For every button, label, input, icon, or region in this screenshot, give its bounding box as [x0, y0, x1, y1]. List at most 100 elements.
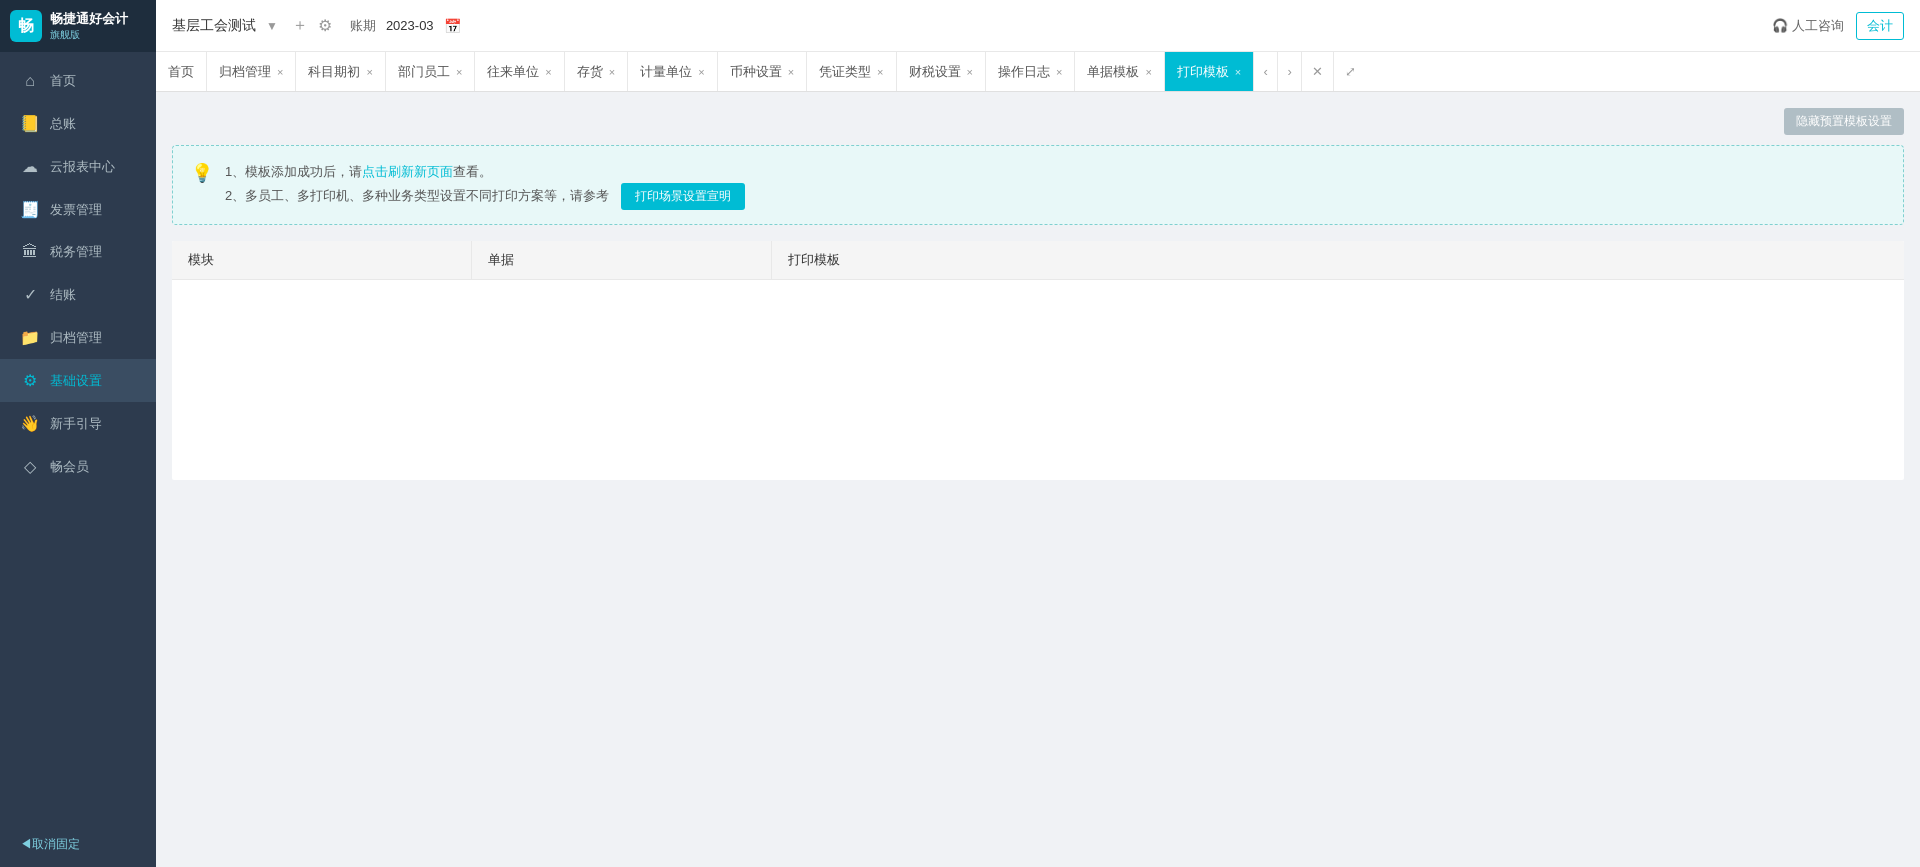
print-scene-explain-button[interactable]: 打印场景设置宣明: [621, 183, 745, 210]
info-line1-suffix: 查看。: [453, 164, 492, 179]
topbar: 基层工会测试 ▼ ＋ ⚙ 账期 2023-03 📅 🎧 人工咨询 会计: [156, 0, 1920, 52]
period-label: 账期: [350, 17, 376, 35]
refresh-link[interactable]: 点击刷新新页面: [362, 164, 453, 179]
tab-close-icon[interactable]: ×: [1235, 66, 1241, 78]
tab-label: 凭证类型: [819, 63, 871, 81]
tab-币种设置[interactable]: 币种设置 ×: [718, 52, 807, 92]
sidebar-item-ledger[interactable]: 📒 总账: [0, 102, 156, 145]
info-line-2: 2、多员工、多打印机、多种业务类型设置不同打印方案等，请参考 打印场景设置宣明: [225, 183, 1885, 210]
sidebar-item-label-guide: 新手引导: [50, 415, 102, 433]
sidebar-item-closing[interactable]: ✓ 结账: [0, 273, 156, 316]
info-line-1: 1、模板添加成功后，请点击刷新新页面查看。: [225, 160, 1885, 183]
tab-计量单位[interactable]: 计量单位 ×: [628, 52, 717, 92]
tab-归档管理[interactable]: 归档管理 ×: [207, 52, 296, 92]
customer-service-button[interactable]: 🎧 人工咨询: [1772, 17, 1844, 35]
info-line2-prefix: 2、多员工、多打印机、多种业务类型设置不同打印方案等，请参考: [225, 188, 609, 203]
tab-close-icon[interactable]: ×: [277, 66, 283, 78]
calendar-icon[interactable]: 📅: [444, 18, 461, 34]
tab-close-all-button[interactable]: ✕: [1302, 52, 1334, 92]
tab-close-icon[interactable]: ×: [456, 66, 462, 78]
tab-单据模板[interactable]: 单据模板 ×: [1075, 52, 1164, 92]
tab-label: 存货: [577, 63, 603, 81]
sidebar-item-label-home: 首页: [50, 72, 76, 90]
sidebar-item-archive[interactable]: 📁归档管理: [0, 316, 156, 359]
tab-部门员工[interactable]: 部门员工 ×: [386, 52, 475, 92]
guide-icon: 👋: [20, 414, 40, 433]
main-content: 基层工会测试 ▼ ＋ ⚙ 账期 2023-03 📅 🎧 人工咨询 会计 首页归档…: [156, 0, 1920, 867]
logo-title: 畅捷通好会计: [50, 10, 128, 28]
sidebar-item-label-ledger: 总账: [50, 115, 76, 133]
logo-text: 畅捷通好会计 旗舰版: [50, 10, 128, 42]
tab-close-icon[interactable]: ×: [545, 66, 551, 78]
sidebar-logo: 畅 畅捷通好会计 旗舰版: [0, 0, 156, 52]
tab-close-icon[interactable]: ×: [1145, 66, 1151, 78]
tab-expand-button[interactable]: ⤢: [1334, 52, 1366, 92]
tab-label: 单据模板: [1087, 63, 1139, 81]
content-area: 隐藏预置模板设置 💡 1、模板添加成功后，请点击刷新新页面查看。 2、多员工、多…: [156, 92, 1920, 867]
unpin-button[interactable]: ◀取消固定: [0, 822, 156, 867]
sidebar-item-label-tax: 税务管理: [50, 243, 102, 261]
add-tab-button[interactable]: ＋: [292, 15, 308, 36]
tab-close-icon[interactable]: ×: [609, 66, 615, 78]
info-line1-prefix: 1、模板添加成功后，请: [225, 164, 362, 179]
table-header: 模块 单据 打印模板: [172, 241, 1904, 280]
tab-科目期初[interactable]: 科目期初 ×: [296, 52, 385, 92]
headset-icon: 🎧: [1772, 18, 1788, 33]
tab-close-icon[interactable]: ×: [366, 66, 372, 78]
tab-label: 币种设置: [730, 63, 782, 81]
sidebar-item-tax[interactable]: 🏛 税务管理: [0, 231, 156, 273]
sidebar: 畅 畅捷通好会计 旗舰版 ⌂首页 📒 总账 ☁ 云报表中心 🧾发票管理 🏛 税务管理 ✓ 结账 📁归…: [0, 0, 156, 867]
tax-icon: 🏛: [20, 243, 40, 261]
sidebar-item-label-closing: 结账: [50, 286, 76, 304]
hide-preset-template-button[interactable]: 隐藏预置模板设置: [1784, 108, 1904, 135]
sidebar-item-home[interactable]: ⌂首页: [0, 60, 156, 102]
tab-close-icon[interactable]: ×: [698, 66, 704, 78]
tab-close-icon[interactable]: ×: [967, 66, 973, 78]
tab-label: 往来单位: [487, 63, 539, 81]
basic-icon: ⚙: [20, 371, 40, 390]
tab-财税设置[interactable]: 财税设置 ×: [897, 52, 986, 92]
ledger-icon: 📒: [20, 114, 40, 133]
tab-label: 首页: [168, 63, 194, 81]
hide-template-toolbar: 隐藏预置模板设置: [172, 108, 1904, 135]
tab-操作日志[interactable]: 操作日志 ×: [986, 52, 1075, 92]
sidebar-item-label-basic: 基础设置: [50, 372, 102, 390]
tab-label: 计量单位: [640, 63, 692, 81]
tab-close-icon[interactable]: ×: [877, 66, 883, 78]
bulb-icon: 💡: [191, 162, 213, 184]
sidebar-item-basic[interactable]: ⚙ 基础设置: [0, 359, 156, 402]
tab-凭证类型[interactable]: 凭证类型 ×: [807, 52, 896, 92]
tab-next-button[interactable]: ›: [1278, 52, 1302, 92]
tabbar: 首页归档管理 ×科目期初 ×部门员工 ×往来单位 ×存货 ×计量单位 ×币种设置…: [156, 52, 1920, 92]
sidebar-item-label-archive: 归档管理: [50, 329, 102, 347]
closing-icon: ✓: [20, 285, 40, 304]
sidebar-item-invoice[interactable]: 🧾发票管理: [0, 188, 156, 231]
kuaiji-button[interactable]: 会计: [1856, 12, 1904, 40]
tab-往来单位[interactable]: 往来单位 ×: [475, 52, 564, 92]
tab-prev-button[interactable]: ‹: [1254, 52, 1278, 92]
tab-label: 归档管理: [219, 63, 271, 81]
tab-close-icon[interactable]: ×: [788, 66, 794, 78]
tab-close-icon[interactable]: ×: [1056, 66, 1062, 78]
tab-存货[interactable]: 存货 ×: [565, 52, 628, 92]
sidebar-item-label-member: 畅会员: [50, 458, 89, 476]
tab-label: 操作日志: [998, 63, 1050, 81]
reports-icon: ☁: [20, 157, 40, 176]
sidebar-item-member[interactable]: ◇畅会员: [0, 445, 156, 488]
settings-icon[interactable]: ⚙: [318, 16, 332, 35]
company-dropdown-icon[interactable]: ▼: [266, 19, 278, 33]
tab-首页[interactable]: 首页: [156, 52, 207, 92]
tab-打印模板[interactable]: 打印模板 ×: [1165, 52, 1254, 92]
sidebar-item-guide[interactable]: 👋 新手引导: [0, 402, 156, 445]
company-name: 基层工会测试: [172, 17, 256, 35]
sidebar-nav: ⌂首页 📒 总账 ☁ 云报表中心 🧾发票管理 🏛 税务管理 ✓ 结账 📁归档管理 ⚙ 基础设置 👋 新手引导…: [0, 52, 156, 822]
tab-label: 科目期初: [308, 63, 360, 81]
tab-label: 部门员工: [398, 63, 450, 81]
sidebar-item-reports[interactable]: ☁ 云报表中心: [0, 145, 156, 188]
sidebar-item-label-invoice: 发票管理: [50, 201, 102, 219]
logo-sub: 旗舰版: [50, 28, 128, 42]
topbar-right: 🎧 人工咨询 会计: [1772, 12, 1904, 40]
sidebar-item-label-reports: 云报表中心: [50, 158, 115, 176]
info-box: 💡 1、模板添加成功后，请点击刷新新页面查看。 2、多员工、多打印机、多种业务类…: [172, 145, 1904, 225]
tab-label: 财税设置: [909, 63, 961, 81]
